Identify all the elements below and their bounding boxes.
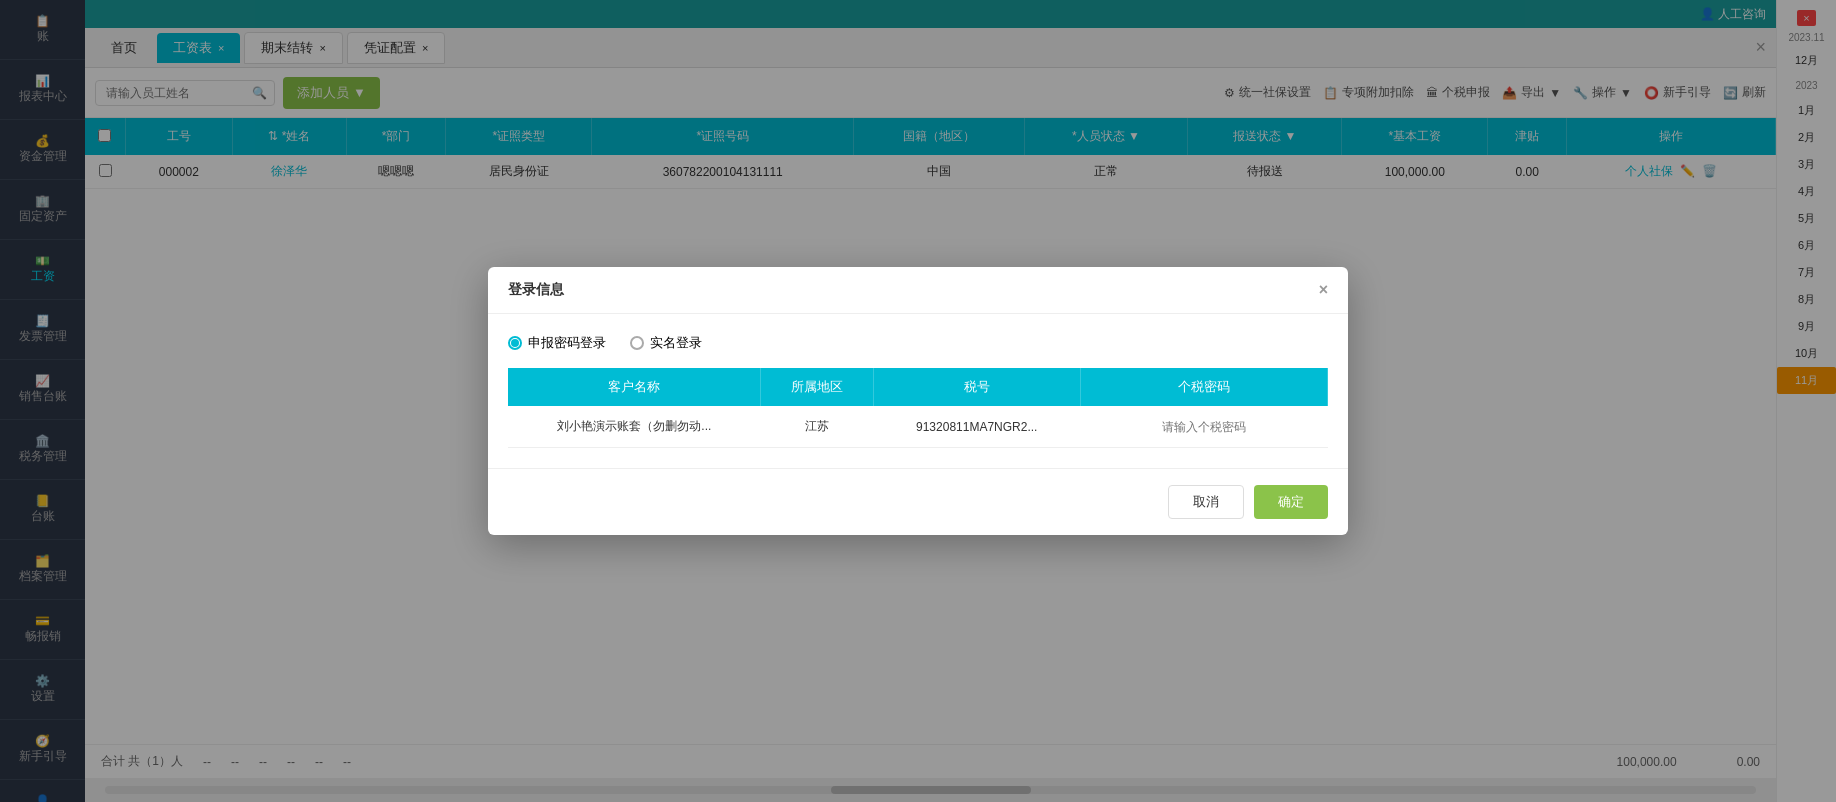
dialog-close-button[interactable]: ×	[1319, 281, 1328, 299]
client-tax-id: 91320811MA7NGR2...	[873, 406, 1080, 448]
dialog-title: 登录信息	[508, 281, 564, 299]
dialog-overlay: 登录信息 × 申报密码登录 实名登录 客户名称 所属地区	[0, 0, 1836, 802]
cancel-button[interactable]: 取消	[1168, 485, 1244, 519]
tax-pwd-field[interactable]	[1080, 406, 1327, 448]
client-row: 刘小艳演示账套（勿删勿动... 江苏 91320811MA7NGR2...	[508, 406, 1328, 448]
col-tax-id: 税号	[873, 368, 1080, 406]
confirm-button[interactable]: 确定	[1254, 485, 1328, 519]
dialog-body: 申报密码登录 实名登录 客户名称 所属地区 税号 个税密码	[488, 314, 1348, 468]
radio-password-circle	[508, 336, 522, 350]
dialog-footer: 取消 确定	[488, 468, 1348, 535]
col-tax-pwd: 个税密码	[1080, 368, 1327, 406]
login-method-group: 申报密码登录 实名登录	[508, 334, 1328, 352]
col-region: 所属地区	[761, 368, 873, 406]
radio-password-login[interactable]: 申报密码登录	[508, 334, 606, 352]
radio-realname-circle	[630, 336, 644, 350]
client-region: 江苏	[761, 406, 873, 448]
dialog-header: 登录信息 ×	[488, 267, 1348, 314]
client-table: 客户名称 所属地区 税号 个税密码 刘小艳演示账套（勿删勿动... 江苏 913…	[508, 368, 1328, 448]
login-dialog: 登录信息 × 申报密码登录 实名登录 客户名称 所属地区	[488, 267, 1348, 535]
tax-pwd-input[interactable]	[1094, 420, 1313, 434]
client-name: 刘小艳演示账套（勿删勿动...	[508, 406, 761, 448]
col-client-name: 客户名称	[508, 368, 761, 406]
radio-realname-login[interactable]: 实名登录	[630, 334, 702, 352]
